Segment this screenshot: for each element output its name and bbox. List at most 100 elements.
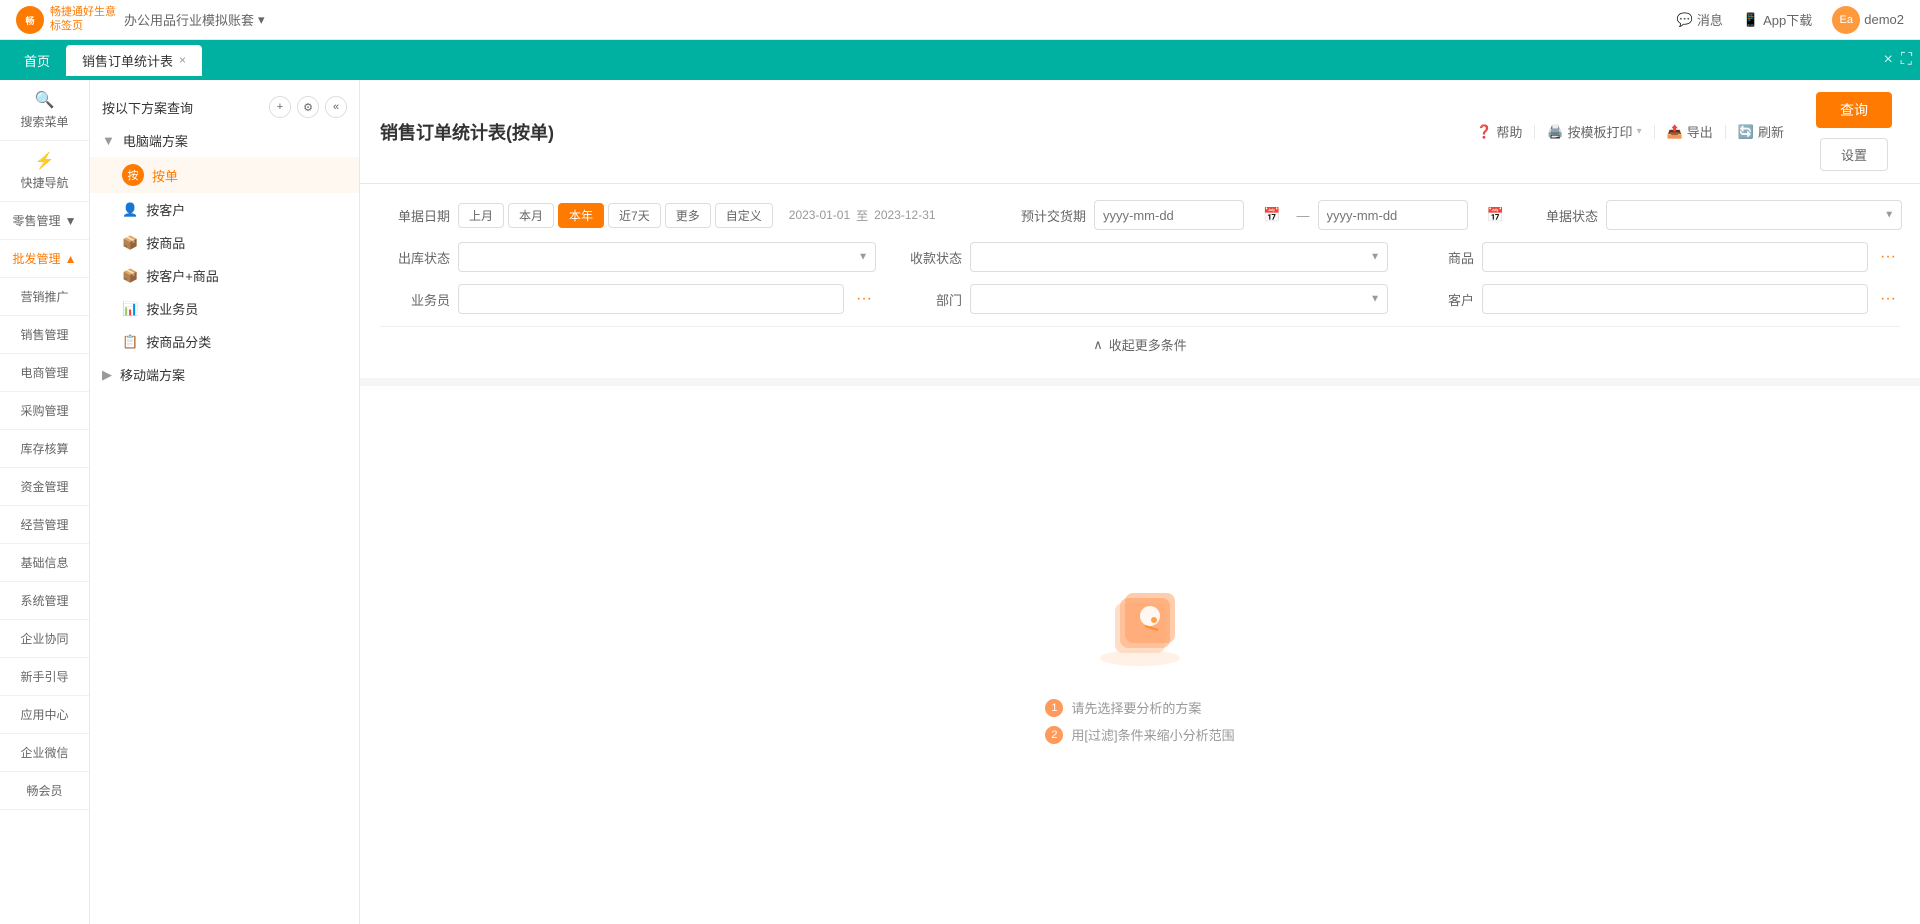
delivery-date-to-input[interactable] — [1318, 200, 1468, 230]
date-btn-7days[interactable]: 近7天 — [608, 203, 661, 228]
collapse-panel-btn[interactable]: « — [325, 96, 347, 118]
date-btn-custom[interactable]: 自定义 — [715, 203, 773, 228]
tab-sales-order[interactable]: 销售订单统计表 × — [66, 45, 202, 76]
sidebar-item-retail[interactable]: 零售管理 ▼ — [0, 202, 89, 240]
sidebar-item-app-center[interactable]: 应用中心 — [0, 696, 89, 734]
sidebar-item-corp-wechat[interactable]: 企业微信 — [0, 734, 89, 772]
tree-item-by-salesperson[interactable]: 📊 按业务员 — [90, 292, 359, 325]
left-panel-actions: + ⚙ « — [269, 96, 347, 118]
date-btn-more[interactable]: 更多 — [665, 203, 711, 228]
sidebar-item-inventory[interactable]: 库存核算 — [0, 430, 89, 468]
filter-goods-col: 商品 ··· — [1404, 242, 1900, 272]
sidebar-item-wholesale[interactable]: 批发管理 ▲ — [0, 240, 89, 278]
main-layout: 🔍 搜索菜单 ⚡ 快捷导航 零售管理 ▼ 批发管理 ▲ 营销推广 销售管理 电商… — [0, 80, 1920, 924]
settings-scheme-btn[interactable]: ⚙ — [297, 96, 319, 118]
sidebar-item-newbie[interactable]: 新手引导 — [0, 658, 89, 696]
goods-icon: 📦 — [122, 235, 138, 251]
date-range-text: 2023-01-01 至 2023-12-31 — [789, 207, 936, 224]
settings-btn[interactable]: 设置 — [1820, 138, 1888, 171]
export-icon: 📤 — [1667, 124, 1683, 140]
tab-home[interactable]: 首页 — [8, 45, 66, 76]
app-title[interactable]: 办公用品行业模拟账套 ▾ — [124, 10, 265, 29]
sidebar-item-marketing[interactable]: 营销推广 — [0, 278, 89, 316]
date-btn-this-month[interactable]: 本月 — [508, 203, 554, 228]
date-btns: 上月 本月 本年 近7天 更多 自定义 — [458, 203, 773, 228]
sidebar-item-ecommerce[interactable]: 电商管理 — [0, 354, 89, 392]
delivery-date-from-input[interactable] — [1094, 200, 1244, 230]
date-btn-this-year[interactable]: 本年 — [558, 203, 604, 228]
page-actions: ❓ 帮助 🖨️ 按模板打印 ▾ 📤 导出 🔄 刷新 — [1476, 92, 1900, 183]
salesperson-input[interactable] — [458, 284, 844, 314]
hint-item-2: 2 用[过滤]条件来缩小分析范围 — [1045, 725, 1234, 744]
tree-section-pc[interactable]: ▼ 电脑端方案 — [90, 124, 359, 157]
customer-icon: 👤 — [122, 202, 138, 218]
left-panel: 按以下方案查询 + ⚙ « ▼ 电脑端方案 按 按单 👤 按客户 📦 按商品 — [90, 80, 360, 924]
tree-section-mobile[interactable]: ▶ 移动端方案 — [90, 358, 359, 391]
salesperson-label: 业务员 — [380, 290, 450, 309]
goods-more-btn[interactable]: ··· — [1876, 248, 1900, 266]
help-btn[interactable]: ❓ 帮助 — [1476, 122, 1522, 141]
filter-salesperson-col: 业务员 ··· — [380, 284, 876, 314]
top-bar-left: 畅 畅捷通好生意 标签页 办公用品行业模拟账套 ▾ — [16, 6, 265, 34]
customer-more-btn[interactable]: ··· — [1876, 290, 1900, 308]
add-scheme-btn[interactable]: + — [269, 96, 291, 118]
payment-status-select[interactable] — [970, 242, 1388, 272]
tree-item-by-goods-category[interactable]: 📋 按商品分类 — [90, 325, 359, 358]
sidebar-item-system[interactable]: 系统管理 — [0, 582, 89, 620]
quicknav-icon: ⚡ — [35, 151, 55, 171]
filter-status-col: 单据状态 ▼ — [1528, 200, 1900, 230]
sidebar-item-quick-nav[interactable]: ⚡ 快捷导航 — [0, 141, 89, 202]
divider3 — [1725, 125, 1726, 139]
window-expand-icon[interactable]: ⛶ — [1901, 51, 1912, 69]
left-panel-header: 按以下方案查询 + ⚙ « — [90, 90, 359, 124]
sidebar: 🔍 搜索菜单 ⚡ 快捷导航 零售管理 ▼ 批发管理 ▲ 营销推广 销售管理 电商… — [0, 80, 90, 924]
filter-date-col: 单据日期 上月 本月 本年 近7天 更多 自定义 2023-01-01 至 20… — [380, 203, 1000, 228]
tree-item-by-customer-goods[interactable]: 📦 按客户+商品 — [90, 259, 359, 292]
sidebar-item-sales[interactable]: 销售管理 — [0, 316, 89, 354]
sidebar-item-member[interactable]: 畅会员 — [0, 772, 89, 810]
salesperson-more-btn[interactable]: ··· — [852, 290, 876, 308]
tree-item-by-order[interactable]: 按 按单 — [90, 157, 359, 193]
goods-input[interactable] — [1482, 242, 1868, 272]
dept-select[interactable] — [970, 284, 1388, 314]
print-icon: 🖨️ — [1547, 124, 1563, 140]
filter-delivery-status-col: 出库状态 — [380, 242, 876, 272]
sidebar-item-search-menu[interactable]: 🔍 搜索菜单 — [0, 80, 89, 141]
logo-area: 畅 畅捷通好生意 标签页 — [16, 6, 116, 34]
user-profile[interactable]: Ea demo2 — [1832, 6, 1904, 34]
tab-bar: 首页 销售订单统计表 × × ⛶ — [0, 40, 1920, 80]
customer-input[interactable] — [1482, 284, 1868, 314]
top-bar-right: 💬 消息 📱 App下载 Ea demo2 — [1677, 6, 1904, 34]
tab-bar-actions: × ⛶ — [1883, 51, 1912, 69]
message-btn[interactable]: 💬 消息 — [1677, 10, 1723, 29]
tab-close-icon[interactable]: × — [179, 53, 186, 67]
collapse-btn[interactable]: ∧ 收起更多条件 — [380, 326, 1900, 362]
query-btn[interactable]: 查询 — [1816, 92, 1892, 128]
tree-item-by-goods[interactable]: 📦 按商品 — [90, 226, 359, 259]
sidebar-item-basic[interactable]: 基础信息 — [0, 544, 89, 582]
export-btn[interactable]: 📤 导出 — [1667, 122, 1713, 141]
sidebar-item-corp[interactable]: 企业协同 — [0, 620, 89, 658]
date-btn-last-month[interactable]: 上月 — [458, 203, 504, 228]
sidebar-item-finance[interactable]: 资金管理 — [0, 468, 89, 506]
empty-hints: 1 请先选择要分析的方案 2 用[过滤]条件来缩小分析范围 — [1045, 698, 1234, 752]
help-icon: ❓ — [1476, 124, 1492, 140]
window-close-icon[interactable]: × — [1883, 51, 1892, 69]
filter-customer-col: 客户 ··· — [1404, 284, 1900, 314]
customer-label: 客户 — [1404, 290, 1474, 309]
collapse-up-icon: ∧ — [1093, 337, 1103, 353]
top-bar: 畅 畅捷通好生意 标签页 办公用品行业模拟账套 ▾ 💬 消息 📱 App下载 E… — [0, 0, 1920, 40]
retail-arrow-icon: ▼ — [65, 214, 77, 228]
refresh-btn[interactable]: 🔄 刷新 — [1738, 122, 1784, 141]
tree-item-by-customer[interactable]: 👤 按客户 — [90, 193, 359, 226]
message-icon: 💬 — [1677, 12, 1693, 28]
print-btn[interactable]: 🖨️ 按模板打印 ▾ — [1547, 122, 1641, 141]
delivery-status-select[interactable] — [458, 242, 876, 272]
status-select[interactable] — [1606, 200, 1902, 230]
delivery-status-wrapper — [458, 242, 876, 272]
sidebar-item-purchase[interactable]: 采购管理 — [0, 392, 89, 430]
content-area: 销售订单统计表(按单) ❓ 帮助 🖨️ 按模板打印 ▾ 📤 导出 — [360, 80, 1920, 924]
app-download-btn[interactable]: 📱 App下载 — [1743, 10, 1812, 29]
sidebar-item-business[interactable]: 经营管理 — [0, 506, 89, 544]
filter-area: 单据日期 上月 本月 本年 近7天 更多 自定义 2023-01-01 至 20… — [360, 184, 1920, 378]
